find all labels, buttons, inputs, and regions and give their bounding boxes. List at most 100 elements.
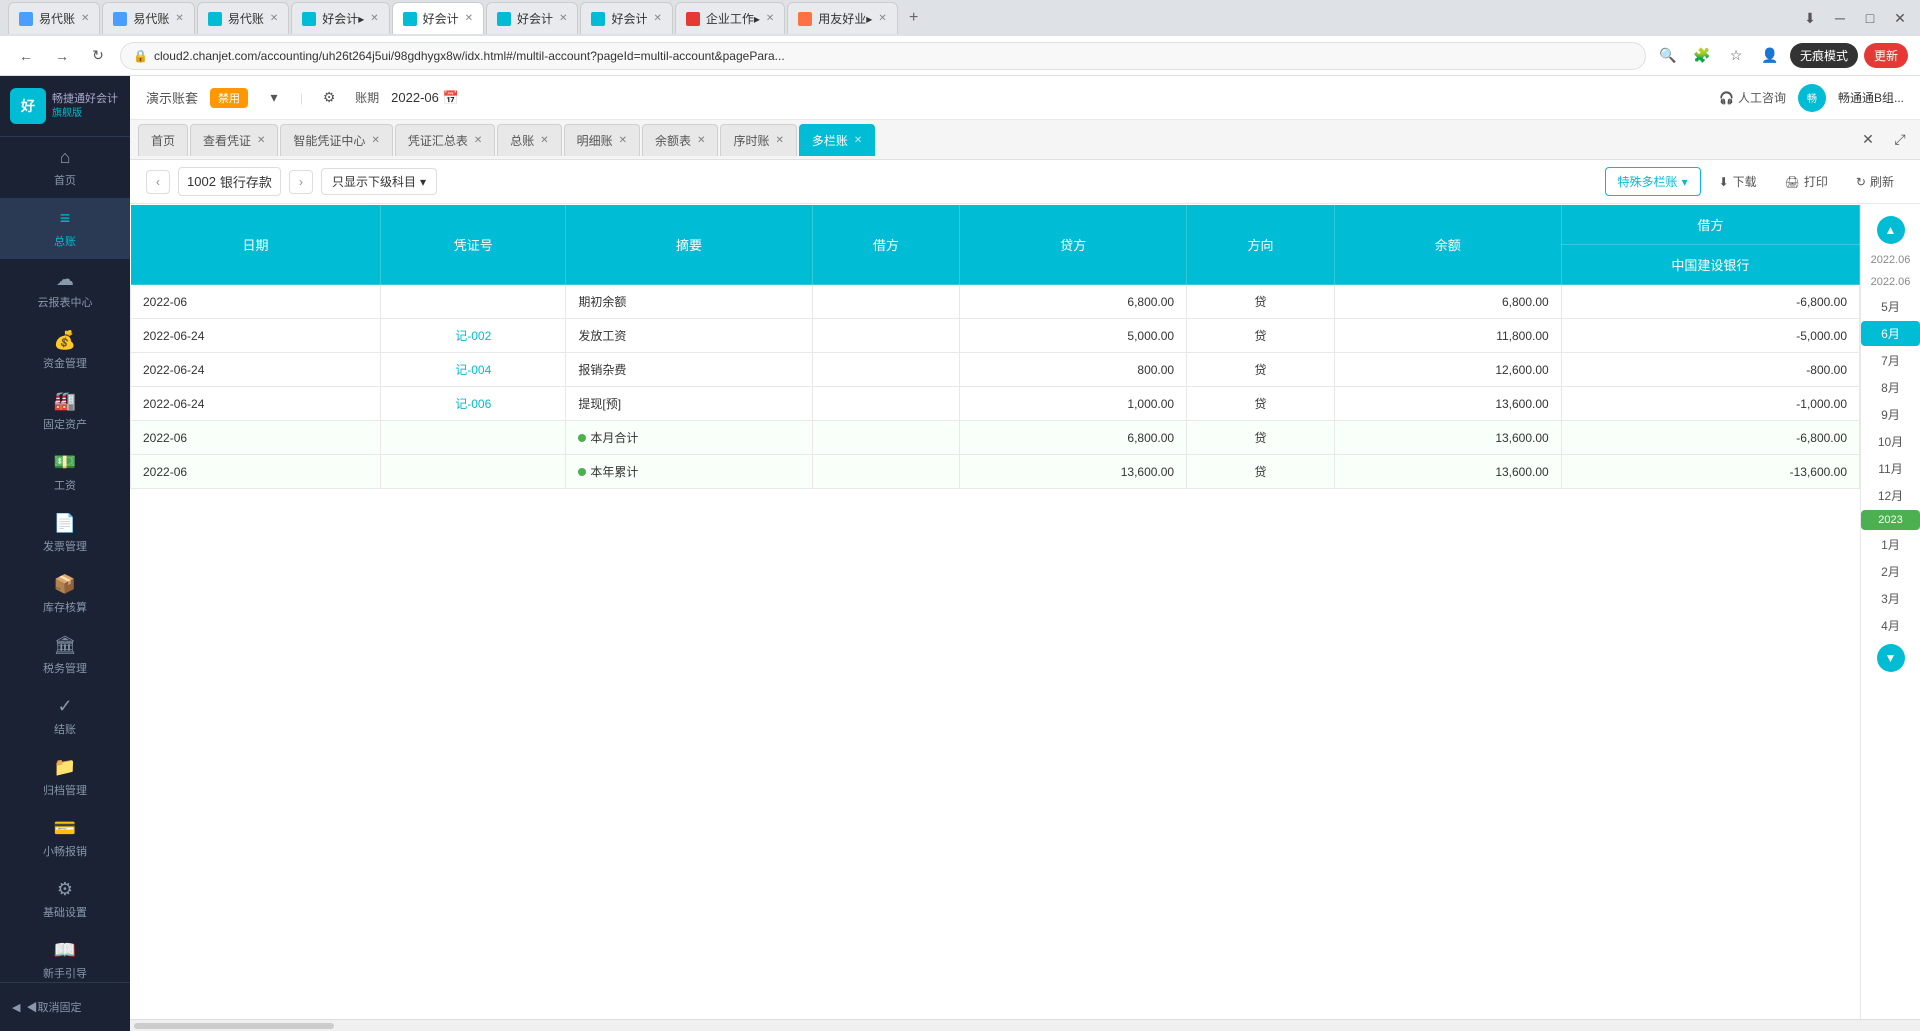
prev-account-button[interactable]: ‹ bbox=[146, 170, 170, 194]
next-account-button[interactable]: › bbox=[289, 170, 313, 194]
sidebar-item-inventory[interactable]: 📦 库存核算 bbox=[0, 564, 130, 625]
tab-close-journal[interactable]: ✕ bbox=[775, 135, 783, 146]
tab-close-8[interactable]: ✕ bbox=[766, 13, 774, 24]
tab-close-multi-column[interactable]: ✕ bbox=[854, 135, 862, 146]
tab-close-7[interactable]: ✕ bbox=[653, 13, 661, 24]
rp-month-2023-1[interactable]: 1月 bbox=[1861, 532, 1920, 557]
sidebar-item-funds[interactable]: 💰 资金管理 bbox=[0, 320, 130, 381]
pin-sidebar-button[interactable]: ◀ ◀取消固定 bbox=[0, 991, 130, 1023]
tab-balance[interactable]: 余额表 ✕ bbox=[642, 124, 718, 156]
sidebar-item-expense[interactable]: 💳 小畅报销 bbox=[0, 808, 130, 869]
sidebar-item-guide[interactable]: 📖 新手引导 bbox=[0, 930, 130, 982]
sub-account-filter[interactable]: 只显示下级科目 ▾ bbox=[321, 168, 437, 195]
period-selector[interactable]: 2022-06 📅 bbox=[391, 90, 459, 106]
browser-tab-1[interactable]: 易代账 ✕ bbox=[8, 2, 100, 34]
browser-tab-7[interactable]: 好会计 ✕ bbox=[580, 2, 672, 34]
refresh-button[interactable]: ↻ 刷新 bbox=[1846, 168, 1904, 195]
rp-month-2023-4[interactable]: 4月 bbox=[1861, 613, 1920, 638]
logo-text: 畅捷通好会计 旗舰版 bbox=[52, 92, 118, 119]
update-button[interactable]: 更新 bbox=[1864, 43, 1908, 68]
tab-voucher-summary[interactable]: 凭证汇总表 ✕ bbox=[395, 124, 495, 156]
url-bar[interactable]: 🔒 cloud2.chanjet.com/accounting/uh26t264… bbox=[120, 42, 1646, 70]
sidebar-item-invoice[interactable]: 📄 发票管理 bbox=[0, 503, 130, 564]
bottom-scrollbar[interactable] bbox=[130, 1019, 1920, 1031]
browser-tab-4[interactable]: 好会计▸ ✕ bbox=[291, 2, 389, 34]
cell-voucher[interactable]: 记-004 bbox=[381, 353, 566, 387]
back-button[interactable]: ← bbox=[12, 42, 40, 70]
user-avatar[interactable]: 畅 bbox=[1798, 84, 1826, 112]
rp-month-2023-2[interactable]: 2月 bbox=[1861, 559, 1920, 584]
wuhen-button[interactable]: 无痕模式 bbox=[1790, 43, 1858, 68]
browser-tab-2[interactable]: 易代账 ✕ bbox=[102, 2, 194, 34]
sidebar-item-assets[interactable]: 🏭 固定资产 bbox=[0, 381, 130, 442]
print-button[interactable]: 🖨 打印 bbox=[1775, 168, 1838, 195]
account-settings-icon[interactable]: ⚙ bbox=[315, 84, 343, 112]
sidebar-item-settings[interactable]: ⚙ 基础设置 bbox=[0, 869, 130, 930]
rp-up-arrow[interactable]: ▲ bbox=[1877, 216, 1905, 244]
tab-close-voucher-summary[interactable]: ✕ bbox=[474, 135, 482, 146]
bookmark-icon[interactable]: ☆ bbox=[1722, 42, 1750, 70]
profile-icon[interactable]: 👤 bbox=[1756, 42, 1784, 70]
tab-close-4[interactable]: ✕ bbox=[370, 13, 378, 24]
download-button[interactable]: ⬇ 下载 bbox=[1709, 168, 1767, 195]
scrollbar-thumb[interactable] bbox=[134, 1023, 334, 1029]
restore-button[interactable]: □ bbox=[1858, 6, 1882, 30]
rp-month-12[interactable]: 12月 bbox=[1861, 483, 1920, 508]
tab-close-6[interactable]: ✕ bbox=[559, 13, 567, 24]
forward-button[interactable]: → bbox=[48, 42, 76, 70]
rp-down-arrow[interactable]: ▼ bbox=[1877, 644, 1905, 672]
rp-month-8[interactable]: 8月 bbox=[1861, 375, 1920, 400]
cell-voucher[interactable]: 记-006 bbox=[381, 387, 566, 421]
close-tab-panel-button[interactable]: ✕ bbox=[1856, 128, 1880, 152]
cell-voucher[interactable]: 记-002 bbox=[381, 319, 566, 353]
consult-button[interactable]: 🎧 人工咨询 bbox=[1719, 89, 1786, 106]
tab-home[interactable]: 首页 bbox=[138, 124, 188, 156]
sidebar-item-reports[interactable]: ☁ 云报表中心 bbox=[0, 259, 130, 320]
tab-close-detail-ledger[interactable]: ✕ bbox=[619, 135, 627, 146]
sidebar-item-ledger[interactable]: ≡ 总账 bbox=[0, 198, 130, 259]
tab-view-voucher[interactable]: 查看凭证 ✕ bbox=[190, 124, 278, 156]
tab-multi-column[interactable]: 多栏账 ✕ bbox=[799, 124, 875, 156]
browser-tab-8[interactable]: 企业工作▸ ✕ bbox=[675, 2, 785, 34]
rp-month-2023-3[interactable]: 3月 bbox=[1861, 586, 1920, 611]
minimize-button[interactable]: ─ bbox=[1828, 6, 1852, 30]
refresh-button[interactable]: ↻ bbox=[84, 42, 112, 70]
sidebar-item-archive[interactable]: 📁 归档管理 bbox=[0, 747, 130, 808]
search-icon[interactable]: 🔍 bbox=[1654, 42, 1682, 70]
tab-close-smart-voucher[interactable]: ✕ bbox=[371, 135, 379, 146]
tab-list-button[interactable]: ⬇ bbox=[1798, 6, 1822, 30]
tab-smart-voucher[interactable]: 智能凭证中心 ✕ bbox=[280, 124, 392, 156]
sidebar-item-home[interactable]: ⌂ 首页 bbox=[0, 137, 130, 198]
sidebar-item-close[interactable]: ✓ 结账 bbox=[0, 686, 130, 747]
rp-month-7[interactable]: 7月 bbox=[1861, 348, 1920, 373]
maximize-tab-panel-button[interactable]: ⤢ bbox=[1888, 128, 1912, 152]
browser-tab-9[interactable]: 用友好业▸ ✕ bbox=[787, 2, 897, 34]
tab-detail-ledger[interactable]: 明细账 ✕ bbox=[564, 124, 640, 156]
browser-tab-3[interactable]: 易代账 ✕ bbox=[197, 2, 289, 34]
sidebar-item-tax[interactable]: 🏛 税务管理 bbox=[0, 625, 130, 686]
rp-month-9[interactable]: 9月 bbox=[1861, 402, 1920, 427]
sidebar-item-payroll[interactable]: 💵 工资 bbox=[0, 442, 130, 503]
tab-close-2[interactable]: ✕ bbox=[175, 13, 183, 24]
demo-dropdown[interactable]: ▾ bbox=[260, 84, 288, 112]
tab-close-balance[interactable]: ✕ bbox=[697, 135, 705, 146]
tab-close-9[interactable]: ✕ bbox=[878, 13, 886, 24]
browser-tab-6[interactable]: 好会计 ✕ bbox=[486, 2, 578, 34]
tab-journal[interactable]: 序时账 ✕ bbox=[720, 124, 796, 156]
tab-close-view-voucher[interactable]: ✕ bbox=[257, 135, 265, 146]
rp-month-6[interactable]: 6月 bbox=[1861, 321, 1920, 346]
extension-icon[interactable]: 🧩 bbox=[1688, 42, 1716, 70]
browser-tab-5[interactable]: 好会计 ✕ bbox=[392, 2, 484, 34]
tab-close-1[interactable]: ✕ bbox=[81, 13, 89, 24]
rp-month-5[interactable]: 5月 bbox=[1861, 294, 1920, 319]
tab-close-5[interactable]: ✕ bbox=[465, 13, 473, 24]
tab-general-ledger[interactable]: 总账 ✕ bbox=[497, 124, 561, 156]
tab-close-3[interactable]: ✕ bbox=[270, 13, 278, 24]
special-multi-column-button[interactable]: 特殊多栏账 ▾ bbox=[1605, 167, 1701, 196]
close-window-button[interactable]: ✕ bbox=[1888, 6, 1912, 30]
rp-month-10[interactable]: 10月 bbox=[1861, 429, 1920, 454]
account-selector[interactable]: 1002 银行存款 bbox=[178, 167, 281, 196]
tab-close-general-ledger[interactable]: ✕ bbox=[540, 135, 548, 146]
new-tab-button[interactable]: + bbox=[900, 4, 928, 32]
rp-month-11[interactable]: 11月 bbox=[1861, 456, 1920, 481]
